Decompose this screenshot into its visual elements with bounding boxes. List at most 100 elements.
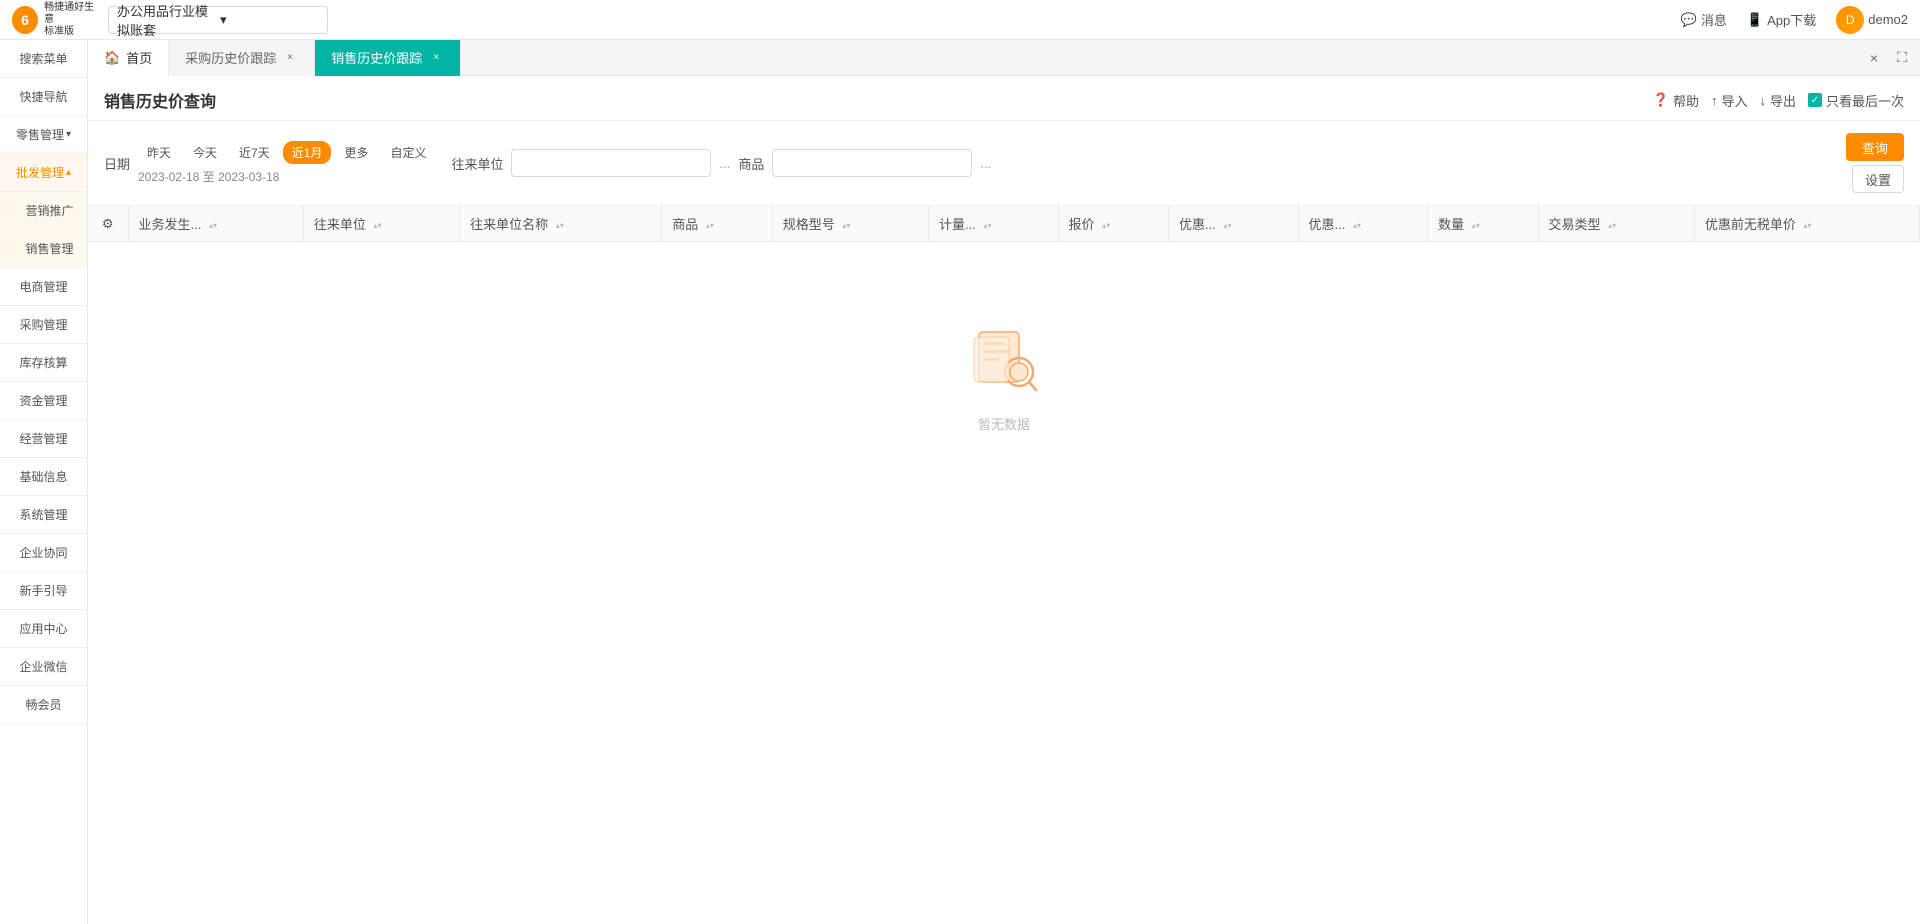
chevron-up-icon: ▴ [66,167,71,178]
page-header: 销售历史价查询 ❓ 帮助 ↑ 导入 ↓ 导出 ✓ [88,76,1920,121]
tab-purchase-history[interactable]: 采购历史价跟踪 × [169,40,315,76]
page-title: 销售历史价查询 [104,88,216,112]
date-btn-more[interactable]: 更多 [335,141,377,164]
th-partner-name[interactable]: 往来单位名称 ▴▾ [460,206,662,242]
import-icon: ↑ [1711,93,1718,108]
empty-text: 暂无数据 [978,414,1030,433]
gear-icon[interactable]: ⚙ [102,216,114,231]
sidebar-item-basic[interactable]: 基础信息 [0,458,87,496]
date-btn-last1month[interactable]: 近1月 [283,141,332,164]
date-btn-last7days[interactable]: 近7天 [230,141,279,164]
sort-icon: ▴▾ [374,222,382,230]
message-icon: 💬 [1681,12,1697,28]
partner-filter-group: 往来单位 ... 商品 ... [451,149,1830,177]
date-filter-group: 日期 昨天 今天 近7天 近1月 更多 自定义 2023-02-18 至 202… [104,141,435,185]
date-btn-today[interactable]: 今天 [184,141,226,164]
sidebar-item-marketing[interactable]: 营销推广 [0,192,87,230]
partner-input[interactable] [511,149,711,177]
th-biz-date[interactable]: 业务发生... ▴▾ [128,206,303,242]
partner-ellipsis: ... [719,156,730,171]
product-ellipsis: ... [980,156,991,171]
import-btn[interactable]: ↑ 导入 [1711,91,1748,110]
chevron-down-icon: ▾ [220,12,319,28]
tab-bar-right: × ⛶ [1864,48,1920,68]
th-discount2[interactable]: 优惠... ▴▾ [1298,206,1428,242]
th-product[interactable]: 商品 ▴▾ [662,206,772,242]
table-header-row: ⚙ 业务发生... ▴▾ 往来单位 ▴▾ 往来单位名称 [88,206,1920,242]
account-selector[interactable]: 办公用品行业模拟账套 ▾ [108,6,328,34]
date-btn-yesterday[interactable]: 昨天 [138,141,180,164]
product-input[interactable] [772,149,972,177]
avatar: D [1836,6,1864,34]
sidebar-item-operations[interactable]: 经营管理 [0,420,87,458]
user-menu[interactable]: D demo2 [1836,6,1908,34]
sidebar-item-wechat[interactable]: 企业微信 [0,648,87,686]
view-last-checkbox[interactable]: ✓ 只看最后一次 [1808,91,1904,110]
tab-fullscreen-btn[interactable]: ⛶ [1892,48,1912,68]
sidebar: 搜索菜单 快捷导航 零售管理 ▾ 批发管理 ▴ 营销推广 销售管理 电商管理 采… [0,40,88,924]
page-actions: ❓ 帮助 ↑ 导入 ↓ 导出 ✓ 只看最后一次 [1653,91,1904,110]
tab-close-sales[interactable]: × [428,50,444,66]
th-trade-type[interactable]: 交易类型 ▴▾ [1538,206,1694,242]
empty-state: 暂无数据 [88,242,1920,513]
th-spec[interactable]: 规格型号 ▴▾ [772,206,928,242]
top-header: 6 畅捷通好生意 标准版 办公用品行业模拟账套 ▾ 💬 消息 📱 App下载 D… [0,0,1920,40]
th-gear[interactable]: ⚙ [88,206,128,242]
export-icon: ↓ [1759,93,1766,108]
main-layout: 搜索菜单 快捷导航 零售管理 ▾ 批发管理 ▴ 营销推广 销售管理 电商管理 采… [0,40,1920,924]
help-btn[interactable]: ❓ 帮助 [1653,91,1699,110]
header-right: 💬 消息 📱 App下载 D demo2 [1681,6,1908,34]
message-btn[interactable]: 💬 消息 [1681,10,1727,29]
partner-label: 往来单位 [451,154,503,173]
th-quantity[interactable]: 数量 ▴▾ [1428,206,1538,242]
tab-close-purchase[interactable]: × [282,50,298,66]
sidebar-item-search-menu[interactable]: 搜索菜单 [0,40,87,78]
query-button[interactable]: 查询 [1846,133,1904,161]
tab-close-all-btn[interactable]: × [1864,48,1884,68]
help-icon: ❓ [1653,92,1669,108]
home-icon: 🏠 [104,50,120,66]
page-content: 销售历史价查询 ❓ 帮助 ↑ 导入 ↓ 导出 ✓ [88,76,1920,924]
logo-icon: 6 [12,6,38,34]
th-quote[interactable]: 报价 ▴▾ [1058,206,1168,242]
data-table: ⚙ 业务发生... ▴▾ 往来单位 ▴▾ 往来单位名称 [88,206,1920,242]
th-unit[interactable]: 计量... ▴▾ [929,206,1059,242]
sidebar-item-purchase[interactable]: 采购管理 [0,306,87,344]
empty-illustration [964,322,1044,402]
sidebar-item-system[interactable]: 系统管理 [0,496,87,534]
filter-bar: 日期 昨天 今天 近7天 近1月 更多 自定义 2023-02-18 至 202… [88,121,1920,206]
sidebar-item-retail[interactable]: 零售管理 ▾ [0,116,87,154]
sort-icon: ▴▾ [1223,222,1231,230]
setting-button[interactable]: 设置 [1852,165,1904,193]
app-download-btn[interactable]: 📱 App下载 [1747,10,1816,29]
table-container: ⚙ 业务发生... ▴▾ 往来单位 ▴▾ 往来单位名称 [88,206,1920,242]
sidebar-item-finance[interactable]: 资金管理 [0,382,87,420]
date-btn-custom[interactable]: 自定义 [381,141,435,164]
sort-icon: ▴▾ [209,222,217,230]
checkbox-checked-icon: ✓ [1808,93,1822,107]
th-pretax-price[interactable]: 优惠前无税单价 ▴▾ [1694,206,1919,242]
sort-icon: ▴▾ [1102,222,1110,230]
tab-sales-history[interactable]: 销售历史价跟踪 × [315,40,461,76]
tab-bar: 🏠 首页 采购历史价跟踪 × 销售历史价跟踪 × × ⛶ [88,40,1920,76]
th-partner-id[interactable]: 往来单位 ▴▾ [303,206,459,242]
sort-icon: ▴▾ [1353,222,1361,230]
sidebar-item-ecommerce[interactable]: 电商管理 [0,268,87,306]
sidebar-item-inventory[interactable]: 库存核算 [0,344,87,382]
th-discount1[interactable]: 优惠... ▴▾ [1169,206,1299,242]
export-btn[interactable]: ↓ 导出 [1759,91,1796,110]
sidebar-item-guide[interactable]: 新手引导 [0,572,87,610]
filter-right: 查询 设置 [1846,133,1904,193]
sidebar-item-enterprise[interactable]: 企业协同 [0,534,87,572]
sidebar-item-member[interactable]: 畅会员 [0,686,87,724]
logo-text: 畅捷通好生意 标准版 [44,2,100,38]
tab-home[interactable]: 🏠 首页 [88,40,169,76]
sort-icon: ▴▾ [1472,222,1480,230]
sidebar-item-sales[interactable]: 销售管理 [0,230,87,268]
sidebar-item-wholesale[interactable]: 批发管理 ▴ [0,154,87,192]
sidebar-item-app-center[interactable]: 应用中心 [0,610,87,648]
content-area: 🏠 首页 采购历史价跟踪 × 销售历史价跟踪 × × ⛶ 销售历史价查询 [88,40,1920,924]
sidebar-item-quick-nav[interactable]: 快捷导航 [0,78,87,116]
date-label: 日期 [104,154,130,173]
sort-icon: ▴▾ [556,222,564,230]
